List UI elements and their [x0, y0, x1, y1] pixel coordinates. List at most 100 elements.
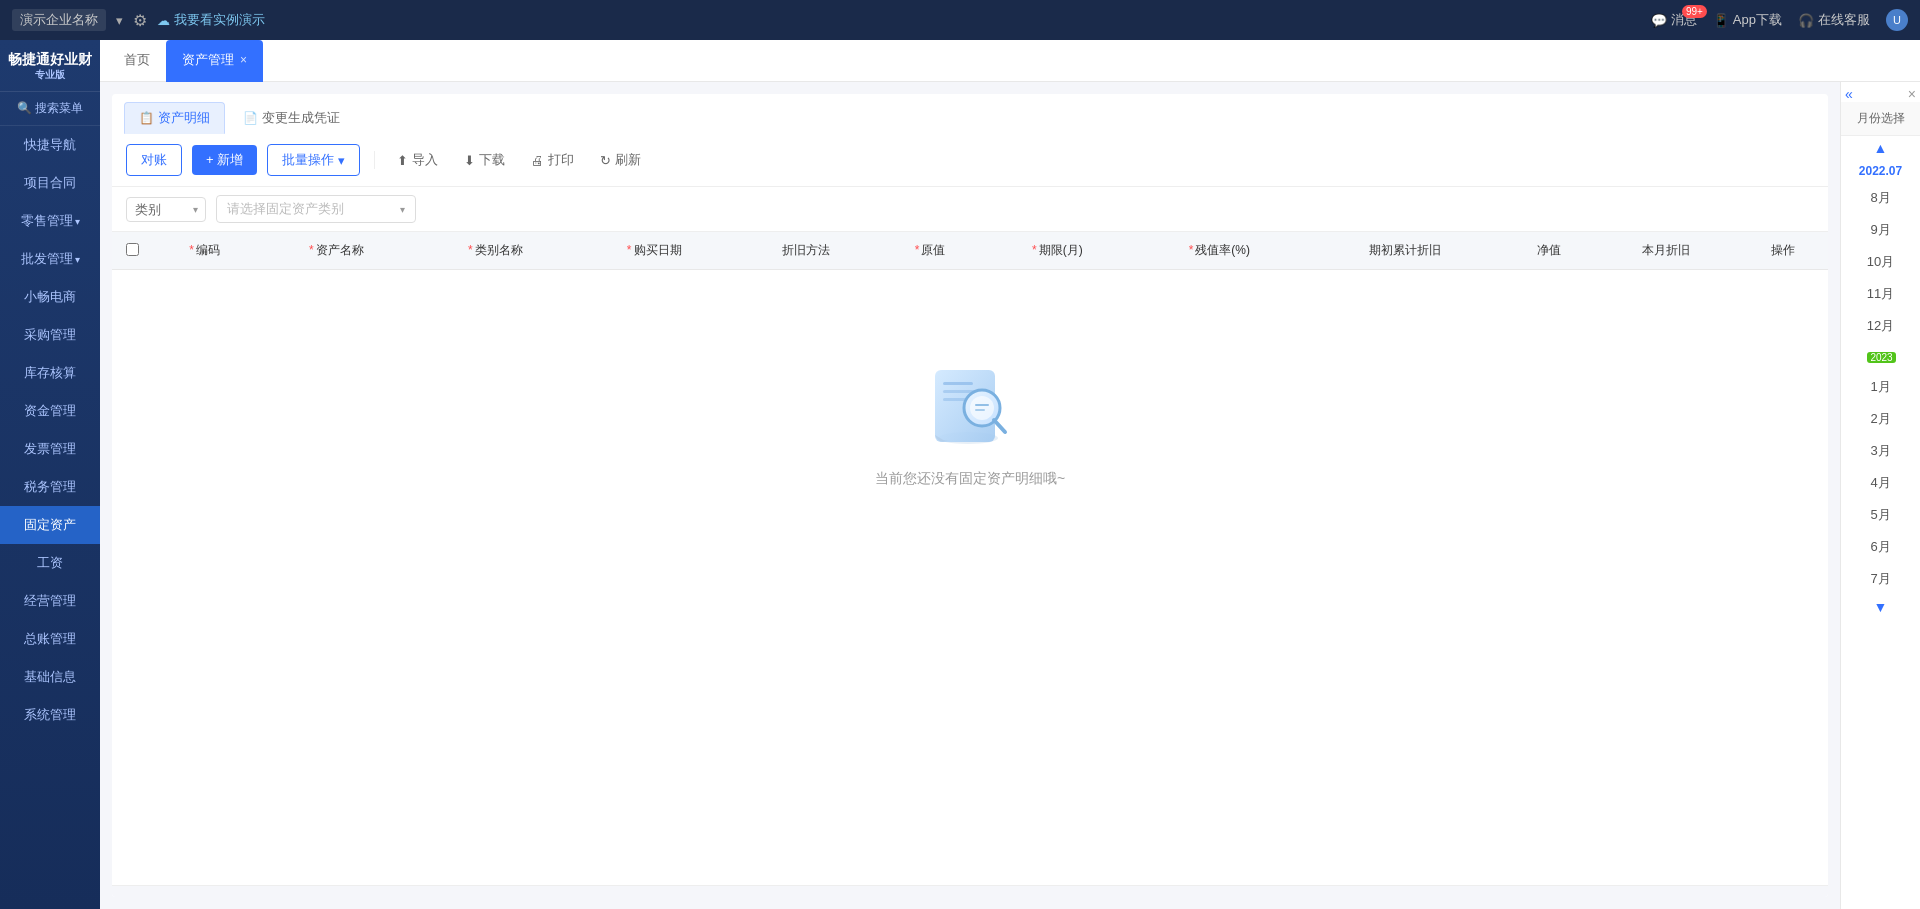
col-name: *资产名称	[257, 232, 416, 270]
month-nav-down[interactable]: ▼	[1841, 595, 1920, 619]
category-input[interactable]: 请选择固定资产类别 ▾	[216, 195, 416, 223]
month-item-10[interactable]: 10月	[1841, 246, 1920, 278]
company-selector[interactable]: 演示企业名称	[12, 9, 106, 31]
company-name: 演示企业名称	[20, 12, 98, 27]
settings-icon[interactable]: ⚙	[133, 11, 147, 30]
sidebar-item-salary[interactable]: 工资	[0, 544, 100, 582]
app-download-button[interactable]: 📱 App下载	[1713, 11, 1782, 29]
sidebar-item-project[interactable]: 项目合同	[0, 164, 100, 202]
svg-rect-7	[975, 404, 989, 406]
print-button[interactable]: 🖨 打印	[523, 147, 582, 173]
col-original-value: *原值	[878, 232, 983, 270]
year-2023-badge: 2023	[1867, 352, 1895, 363]
month-item-2023-1[interactable]: 1月	[1841, 371, 1920, 403]
category-select[interactable]: 类别	[126, 197, 206, 222]
month-item-9[interactable]: 9月	[1841, 214, 1920, 246]
sidebar-item-invoice[interactable]: 发票管理	[0, 430, 100, 468]
sidebar-item-system[interactable]: 系统管理	[0, 696, 100, 734]
add-button[interactable]: + 新增	[192, 145, 257, 175]
sub-tabs: 📋 资产明细 📄 变更生成凭证	[112, 94, 1828, 134]
headset-icon: 🎧	[1798, 13, 1814, 28]
svg-point-6	[970, 396, 994, 420]
top-bar-right: 💬 消息 99+ 📱 App下载 🎧 在线客服 U	[1651, 9, 1908, 31]
bottom-scrollbar[interactable]	[112, 885, 1828, 897]
select-all-header[interactable]	[112, 232, 152, 270]
sidebar-item-operations[interactable]: 经营管理	[0, 582, 100, 620]
month-panel: « × 月份选择 ▲ 2022.07 8月 9月 10月 11月 12月	[1840, 82, 1920, 909]
main-layout: 畅捷通好业财 专业版 🔍 搜索菜单 快捷导航 项目合同 零售管理 ▾ 批发管理 …	[0, 40, 1920, 909]
month-item-2023-5[interactable]: 5月	[1841, 499, 1920, 531]
refresh-icon: ↻	[600, 153, 611, 168]
category-placeholder: 请选择固定资产类别	[227, 200, 344, 218]
app-icon: 📱	[1713, 13, 1729, 28]
svg-rect-8	[975, 409, 985, 411]
tab-close-icon[interactable]: ×	[240, 53, 247, 67]
company-dropdown-icon[interactable]: ▾	[116, 13, 123, 28]
empty-state: 当前您还没有固定资产明细哦~	[112, 270, 1828, 568]
sidebar-item-general-ledger[interactable]: 总账管理	[0, 620, 100, 658]
download-icon: ⬇	[464, 153, 475, 168]
download-button[interactable]: ⬇ 下载	[456, 147, 513, 173]
month-item-2023-4[interactable]: 4月	[1841, 467, 1920, 499]
sub-tabs-left: 📋 资产明细 📄 变更生成凭证	[124, 102, 354, 134]
tab-asset-management[interactable]: 资产管理 ×	[166, 40, 263, 82]
sidebar-item-fixed-assets[interactable]: 固定资产	[0, 506, 100, 544]
sidebar-item-quicknav[interactable]: 快捷导航	[0, 126, 100, 164]
import-icon: ⬆	[397, 153, 408, 168]
sidebar-item-inventory[interactable]: 库存核算	[0, 354, 100, 392]
month-item-2023-3[interactable]: 3月	[1841, 435, 1920, 467]
month-nav-up[interactable]: ▲	[1841, 136, 1920, 160]
col-accumulated: 期初累计折旧	[1306, 232, 1504, 270]
messages-button[interactable]: 💬 消息 99+	[1651, 11, 1697, 29]
month-nav-down-button[interactable]: ▼	[1866, 597, 1896, 617]
svg-line-9	[994, 420, 1005, 432]
detail-tab-icon: 📋	[139, 111, 154, 125]
content-area: 首页 资产管理 × 📋 资产明细	[100, 40, 1920, 909]
category-input-arrow-icon: ▾	[400, 204, 405, 215]
category-filter[interactable]: 类别 ▾	[126, 197, 206, 222]
sidebar-item-finance[interactable]: 资金管理	[0, 392, 100, 430]
top-bar: 演示企业名称 ▾ ⚙ ☁ 我要看实例演示 💬 消息 99+ 📱 App下载 🎧 …	[0, 0, 1920, 40]
col-net-value: 净值	[1504, 232, 1594, 270]
sidebar-search[interactable]: 🔍 搜索菜单	[0, 92, 100, 126]
sub-tab-voucher[interactable]: 📄 变更生成凭证	[229, 102, 354, 134]
batch-button[interactable]: 批量操作 ▾	[267, 144, 360, 176]
svg-rect-2	[943, 382, 973, 385]
top-bar-left: 演示企业名称 ▾ ⚙ ☁ 我要看实例演示	[12, 9, 265, 31]
month-item-12[interactable]: 12月	[1841, 310, 1920, 342]
refresh-button[interactable]: ↻ 刷新	[592, 147, 649, 173]
svg-rect-4	[943, 398, 967, 401]
month-item-2023-2[interactable]: 2月	[1841, 403, 1920, 435]
user-avatar[interactable]: U	[1886, 9, 1908, 31]
month-item-2023-7[interactable]: 7月	[1841, 563, 1920, 595]
month-item-2023-6[interactable]: 6月	[1841, 531, 1920, 563]
month-panel-close-icon[interactable]: ×	[1908, 86, 1916, 102]
month-panel-header: 月份选择	[1841, 102, 1920, 136]
current-year-label[interactable]: 2022.07	[1841, 160, 1920, 182]
sub-tab-detail[interactable]: 📋 资产明细	[124, 102, 225, 134]
sidebar-item-retail[interactable]: 零售管理 ▾	[0, 202, 100, 240]
col-operation: 操作	[1738, 232, 1828, 270]
month-nav-up-button[interactable]: ▲	[1866, 138, 1896, 158]
select-all-checkbox[interactable]	[126, 243, 139, 256]
col-code: *编码	[152, 232, 257, 270]
sidebar-item-wholesale[interactable]: 批发管理 ▾	[0, 240, 100, 278]
sidebar: 畅捷通好业财 专业版 🔍 搜索菜单 快捷导航 项目合同 零售管理 ▾ 批发管理 …	[0, 40, 100, 909]
demo-link[interactable]: ☁ 我要看实例演示	[157, 11, 265, 29]
sidebar-item-purchase[interactable]: 采购管理	[0, 316, 100, 354]
month-panel-expand-icon[interactable]: «	[1845, 86, 1853, 102]
sidebar-item-ecommerce[interactable]: 小畅电商	[0, 278, 100, 316]
page-content: 📋 资产明细 📄 变更生成凭证 对账	[100, 82, 1920, 909]
col-monthly-depreciation: 本月折旧	[1594, 232, 1738, 270]
app-name: 畅捷通好业财	[8, 50, 92, 68]
month-item-8[interactable]: 8月	[1841, 182, 1920, 214]
message-icon: 💬	[1651, 13, 1667, 28]
import-button[interactable]: ⬆ 导入	[389, 147, 446, 173]
month-item-11[interactable]: 11月	[1841, 278, 1920, 310]
tab-home[interactable]: 首页	[108, 40, 166, 82]
sidebar-item-basic-info[interactable]: 基础信息	[0, 658, 100, 696]
wholesale-arrow-icon: ▾	[75, 254, 80, 265]
online-service-button[interactable]: 🎧 在线客服	[1798, 11, 1870, 29]
reconcile-button[interactable]: 对账	[126, 144, 182, 176]
sidebar-item-tax[interactable]: 税务管理	[0, 468, 100, 506]
